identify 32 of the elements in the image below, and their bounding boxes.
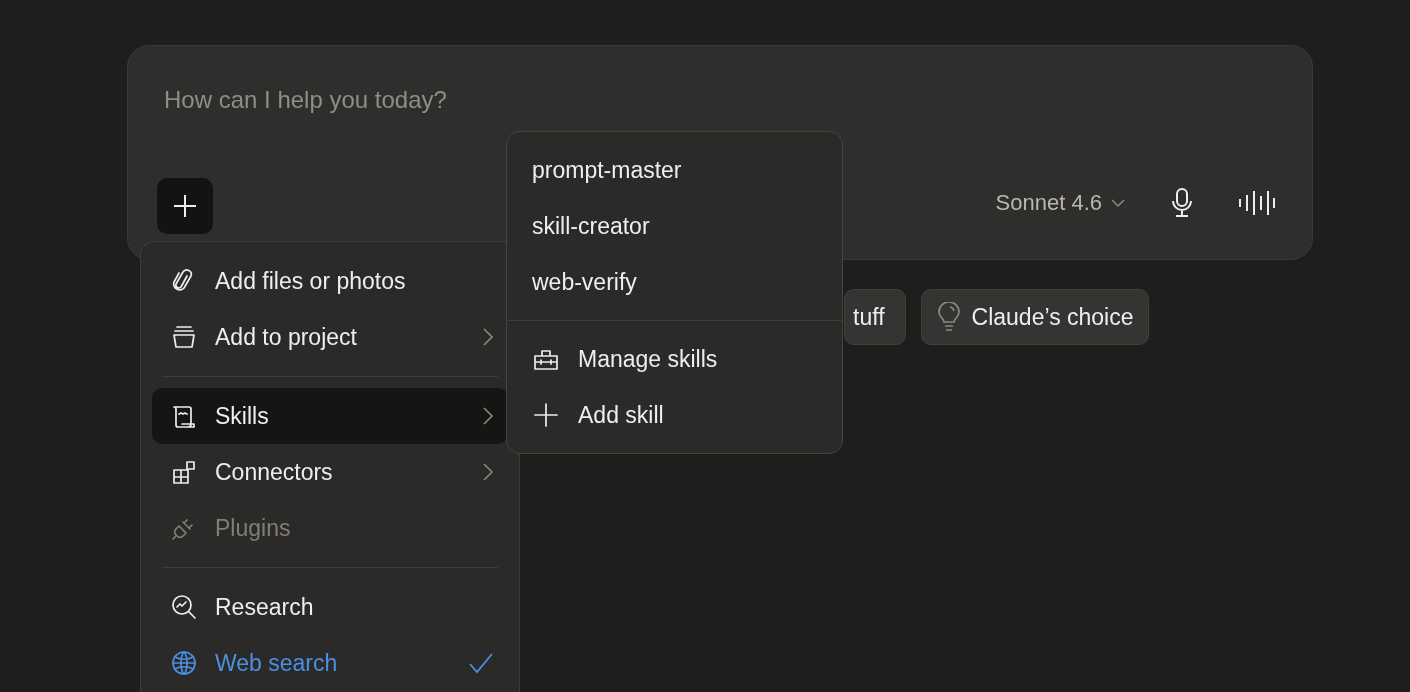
suggestion-chip[interactable]: Claude’s choice [920, 289, 1149, 345]
search-icon [170, 593, 198, 621]
waveform-icon [1238, 188, 1276, 217]
menu-item[interactable]: Add to project [152, 309, 508, 365]
message-field[interactable]: How can I help you today? [164, 82, 864, 118]
chevron-right-icon [482, 462, 494, 482]
lightbulb-icon [935, 302, 962, 332]
chevron-down-icon [1110, 197, 1126, 208]
model-selector[interactable]: Sonnet 4.6 [995, 186, 1126, 219]
plus-icon [532, 401, 560, 429]
skill-item[interactable]: web-verify [517, 254, 832, 310]
chevron-right-icon [482, 327, 494, 347]
add-button[interactable] [157, 178, 213, 234]
voice-button[interactable] [1238, 188, 1276, 217]
microphone-button[interactable] [1170, 186, 1194, 219]
skill-item[interactable]: skill-creator [517, 198, 832, 254]
menu-item[interactable]: Add skill [517, 387, 832, 443]
menu-item[interactable]: Connectors [152, 444, 508, 500]
menu-item[interactable]: Web search [152, 635, 508, 691]
microphone-icon [1170, 186, 1194, 219]
chevron-right-icon [482, 406, 494, 426]
blocks-icon [170, 458, 198, 486]
menu-item[interactable]: Add files or photos [152, 253, 508, 309]
plus-icon [172, 193, 198, 219]
menu-item[interactable]: Manage skills [517, 331, 832, 387]
checkmark-icon [468, 652, 494, 674]
menu-item[interactable]: Research [152, 579, 508, 635]
menu-item[interactable]: Skills [152, 388, 508, 444]
suggestion-chip[interactable]: tuff [844, 289, 906, 345]
stack-icon [170, 323, 198, 351]
globe-icon [170, 649, 198, 677]
skill-item[interactable]: prompt-master [517, 142, 832, 198]
